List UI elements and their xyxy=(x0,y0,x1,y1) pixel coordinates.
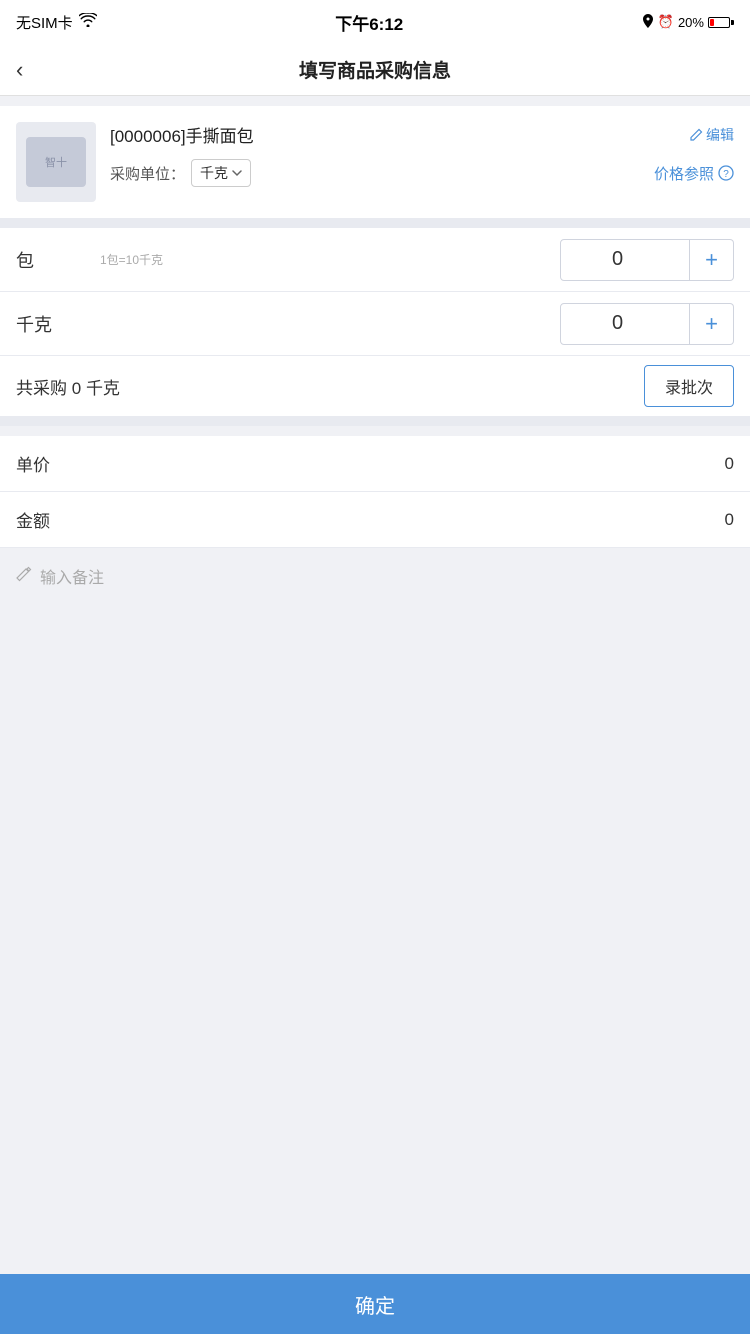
page-title: 填写商品采购信息 xyxy=(299,56,451,83)
nav-bar: ‹ 填写商品采购信息 xyxy=(0,44,750,96)
product-unit-row: 采购单位： 千克 价格参照 ? xyxy=(110,159,734,187)
amount-label: 金额 xyxy=(16,507,50,532)
back-button[interactable]: ‹ xyxy=(16,57,23,83)
kg-plus-button[interactable]: + xyxy=(690,303,734,345)
price-ref-button[interactable]: 价格参照 ? xyxy=(654,163,734,184)
product-image: 智十 xyxy=(16,122,96,202)
status-bar: 无SIM卡 下午6:12 ⏰ 20% xyxy=(0,0,750,44)
unit-price-row: 单价 0 xyxy=(0,436,750,492)
total-amount: 0 xyxy=(72,379,81,398)
battery-icon xyxy=(708,17,734,28)
bag-label: 包 xyxy=(16,247,96,273)
status-right: ⏰ 20% xyxy=(642,14,734,31)
section-divider-1 xyxy=(0,218,750,228)
bag-input-section: 包 1包=10千克 + 千克 + xyxy=(0,228,750,356)
bag-sublabel: 1包=10千克 xyxy=(100,251,163,268)
bag-row: 包 1包=10千克 + xyxy=(0,228,750,292)
notes-placeholder: 输入备注 xyxy=(40,564,104,588)
alarm-icon: ⏰ xyxy=(658,14,674,30)
svg-text:?: ? xyxy=(723,169,729,180)
record-batch-button[interactable]: 录批次 xyxy=(644,365,734,407)
price-section: 单价 0 金额 0 xyxy=(0,436,750,548)
amount-value: 0 xyxy=(725,510,734,530)
pencil-icon xyxy=(16,566,32,587)
unit-select[interactable]: 千克 xyxy=(191,159,251,187)
bag-quantity-input[interactable] xyxy=(560,239,690,281)
carrier-label: 无SIM卡 xyxy=(16,12,73,33)
product-info: [0000006]手撕面包 编辑 采购单位： 千克 价格参 xyxy=(110,122,734,187)
page-filler xyxy=(0,668,750,1048)
status-left: 无SIM卡 xyxy=(16,12,97,33)
kg-quantity-input[interactable] xyxy=(560,303,690,345)
status-time: 下午6:12 xyxy=(335,10,403,35)
wifi-icon xyxy=(79,13,97,31)
notes-section[interactable]: 输入备注 xyxy=(0,548,750,668)
total-text: 共采购 0 千克 xyxy=(16,374,120,399)
total-row: 共采购 0 千克 录批次 xyxy=(0,356,750,416)
confirm-button[interactable]: 确定 xyxy=(0,1274,750,1334)
product-name: [0000006]手撕面包 xyxy=(110,122,254,147)
product-name-row: [0000006]手撕面包 编辑 xyxy=(110,122,734,147)
location-icon xyxy=(642,14,654,31)
section-divider-2 xyxy=(0,416,750,426)
unit-price-value: 0 xyxy=(725,454,734,474)
amount-row: 金额 0 xyxy=(0,492,750,548)
bag-qty-wrap: + xyxy=(560,239,734,281)
unit-price-label: 单价 xyxy=(16,451,50,476)
kg-row: 千克 + xyxy=(0,292,750,356)
battery-pct: 20% xyxy=(678,15,704,30)
product-logo: 智十 xyxy=(26,137,86,187)
edit-button[interactable]: 编辑 xyxy=(690,125,734,145)
kg-qty-wrap: + xyxy=(560,303,734,345)
product-card: 智十 [0000006]手撕面包 编辑 采购单位： 千克 xyxy=(0,106,750,218)
unit-prefix-label: 采购单位： xyxy=(110,163,185,184)
bag-plus-button[interactable]: + xyxy=(690,239,734,281)
kg-label: 千克 xyxy=(16,311,96,337)
